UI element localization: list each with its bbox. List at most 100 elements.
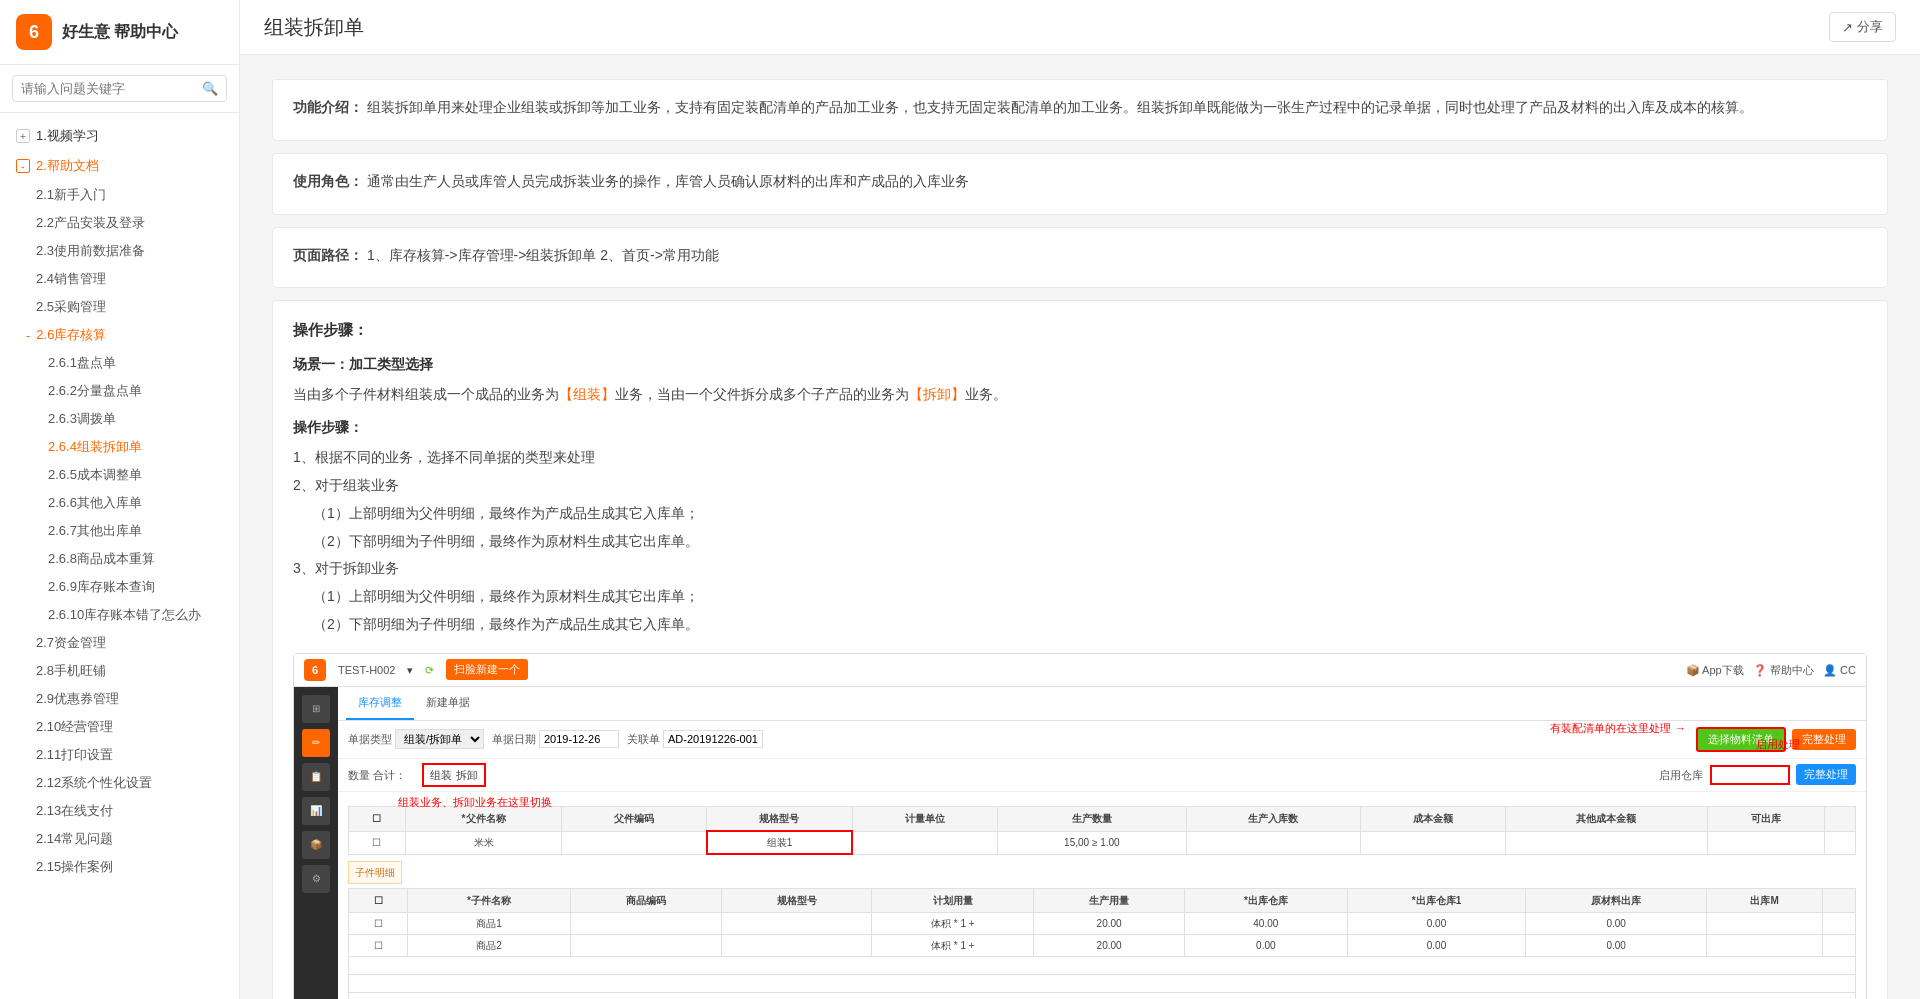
sidebar-item-2-6-6[interactable]: 2.6.6其他入库单 [0,489,239,517]
sidebar-item-2-6-5[interactable]: 2.6.5成本调整单 [0,461,239,489]
complete-process-btn[interactable]: 完整处理 [1792,729,1856,750]
collapse-icon-2: - [16,159,30,173]
feature-intro-text: 功能介绍： 组装拆卸单用来处理企业组装或拆卸等加工业务，支持有固定装配清单的产品… [293,96,1867,120]
sidebar-item-2-9[interactable]: 2.9优惠券管理 [0,685,239,713]
parent-row-1: ☐ 米米 组装1 15,00 ≥ 1.00 [349,831,1856,854]
sidebar-item-2-6-7[interactable]: 2.6.7其他出库单 [0,517,239,545]
form-type-label: 单据类型 [348,730,392,749]
sidebar-item-2-15[interactable]: 2.15操作案例 [0,853,239,881]
sidebar-item-2-7[interactable]: 2.7资金管理 [0,629,239,657]
sidebar-item-2-12[interactable]: 2.12系统个性化设置 [0,769,239,797]
cr1-cb[interactable]: ☐ [349,913,408,935]
sidebar-item-2-6-9[interactable]: 2.6.9库存账本查询 [0,573,239,601]
child-row-5 [349,993,1856,999]
cr2-spec [721,935,872,957]
row1-action [1824,831,1855,854]
cr1-raw: 0.00 [1526,913,1707,935]
apply-btn[interactable]: 完整处理 [1796,764,1856,785]
child-row-3 [349,957,1856,975]
sidebar-item-2-13[interactable]: 2.13在线支付 [0,797,239,825]
cr1-out1: 40.00 [1185,913,1347,935]
th-checkbox: ☐ [349,807,406,832]
app-nav-icons: 📦 App下载 ❓ 帮助中心 👤 CC [1686,661,1856,680]
sidebar-item-2-14[interactable]: 2.14常见问题 [0,825,239,853]
enable-input[interactable] [1710,765,1790,785]
form-date-field: 单据日期 [492,730,619,749]
form-date-input[interactable] [539,730,619,748]
cth-spec: 规格型号 [721,889,872,913]
cr2-out2: 0.00 [1347,935,1526,957]
path-text: 页面路径： 1、库存核算->库存管理->组装拆卸单 2、首页->常用功能 [293,244,1867,268]
app-new-order-btn[interactable]: 扫脸新建一个 [446,659,528,680]
form-ref-field: 关联单 [627,730,763,749]
term-disassembly: 【拆卸】 [909,386,965,402]
sidebar-item-2-11[interactable]: 2.11打印设置 [0,741,239,769]
sidebar-item-2-2[interactable]: 2.2产品安装及登录 [0,209,239,237]
step2: 2、对于组装业务 [293,474,1867,498]
role-body: 通常由生产人员或库管人员完成拆装业务的操作，库管人员确认原材料的出库和产成品的入… [367,173,969,189]
share-button[interactable]: ↗ 分享 [1829,12,1896,42]
app-tab-list[interactable]: 库存调整 [346,687,414,720]
th-ops [1824,807,1855,832]
cr2-prod: 20.00 [1034,935,1185,957]
expand-icon-1: + [16,129,30,143]
sidebar-item-2-10[interactable]: 2.10经营管理 [0,713,239,741]
sidebar-item-2-6-2[interactable]: 2.6.2分量盘点单 [0,377,239,405]
sidebar-item-2-6-3[interactable]: 2.6.3调拨单 [0,405,239,433]
collapse-icon-2-6: - [26,328,30,343]
app-sidebar-icon-3: 📋 [302,763,330,791]
role-block: 使用角色： 通常由生产人员或库管人员完成拆装业务的操作，库管人员确认原材料的出库… [272,153,1888,215]
sidebar-item-2-4[interactable]: 2.4销售管理 [0,265,239,293]
form-type-select[interactable]: 组装/拆卸单 [395,729,484,749]
search-input[interactable] [21,81,202,96]
sidebar-item-2-6-8[interactable]: 2.6.8商品成本重算 [0,545,239,573]
step3: 3、对于拆卸业务 [293,557,1867,581]
cr2-code [570,935,721,957]
sidebar-label-2-6: 2.6库存核算 [36,326,106,344]
sidebar-item-2-5[interactable]: 2.5采购管理 [0,293,239,321]
sidebar-item-2-6-10[interactable]: 2.6.10库存账本错了怎么办 [0,601,239,629]
app-sidebar: ⊞ ✏ 📋 📊 📦 ⚙ [294,687,338,999]
row1-cb[interactable]: ☐ [349,831,406,854]
cr2-cb[interactable]: ☐ [349,935,408,957]
search-area: 🔍 [0,65,239,113]
sidebar-item-1[interactable]: + 1.视频学习 [0,121,239,151]
search-icon[interactable]: 🔍 [202,81,218,96]
cr2-m [1706,935,1822,957]
scene1-desc: 当由多个子件材料组装成一个成品的业务为【组装】业务，当由一个父件拆分成多个子产品… [293,383,1867,407]
sidebar-item-2-8[interactable]: 2.8手机旺铺 [0,657,239,685]
sidebar-item-2[interactable]: - 2.帮助文档 [0,151,239,181]
sidebar-item-2-3[interactable]: 2.3使用前数据准备 [0,237,239,265]
row1-name: 米米 [405,831,561,854]
annotation-enable: 启用处理 [1756,735,1800,754]
search-box[interactable]: 🔍 [12,75,227,102]
type-option-assembly[interactable]: 组装 [430,766,452,785]
app-sidebar-icon-1: ⊞ [302,695,330,723]
cr2-plan: 体积 * 1 + [872,935,1034,957]
child-row-2: ☐ 商品2 体积 * 1 + 20.00 0.00 0.00 0.00 [349,935,1856,957]
sidebar-item-2-6[interactable]: - 2.6库存核算 [0,321,239,349]
th-spec: 规格型号 [707,807,852,832]
step2-sub1: （1）上部明细为父件明细，最终作为产成品生成其它入库单； [313,502,1867,526]
cr1-code [570,913,721,935]
cr1-plan: 体积 * 1 + [872,913,1034,935]
sidebar-item-2-1[interactable]: 2.1新手入门 [0,181,239,209]
share-icon: ↗ [1842,20,1853,35]
logo-icon: 6 [16,14,52,50]
sidebar-item-2-6-1[interactable]: 2.6.1盘点单 [0,349,239,377]
sidebar-item-2-6-4[interactable]: 2.6.4组装拆卸单 [0,433,239,461]
type-select-box[interactable]: 组装 拆卸 [422,763,486,788]
type-option-disassembly[interactable]: 拆卸 [456,766,478,785]
app-logo: 6 [304,659,326,681]
app-sidebar-icon-2: ✏ [302,729,330,757]
app-dropdown-icon: ▾ [407,661,413,680]
app-tabs: 库存调整 新建单据 [338,687,1866,721]
app-tab-new[interactable]: 新建单据 [414,687,482,720]
form-date-label: 单据日期 [492,730,536,749]
form-ref-input[interactable] [663,730,763,748]
enable-label: 启用仓库 [1659,769,1703,781]
annotation-bom-text: 有装配清单的在这里处理 [1550,719,1671,738]
step3-sub1: （1）上部明细为父件明细，最终作为原材料生成其它出库单； [313,585,1867,609]
cr1-action [1823,913,1856,935]
cr2-name: 商品2 [408,935,570,957]
